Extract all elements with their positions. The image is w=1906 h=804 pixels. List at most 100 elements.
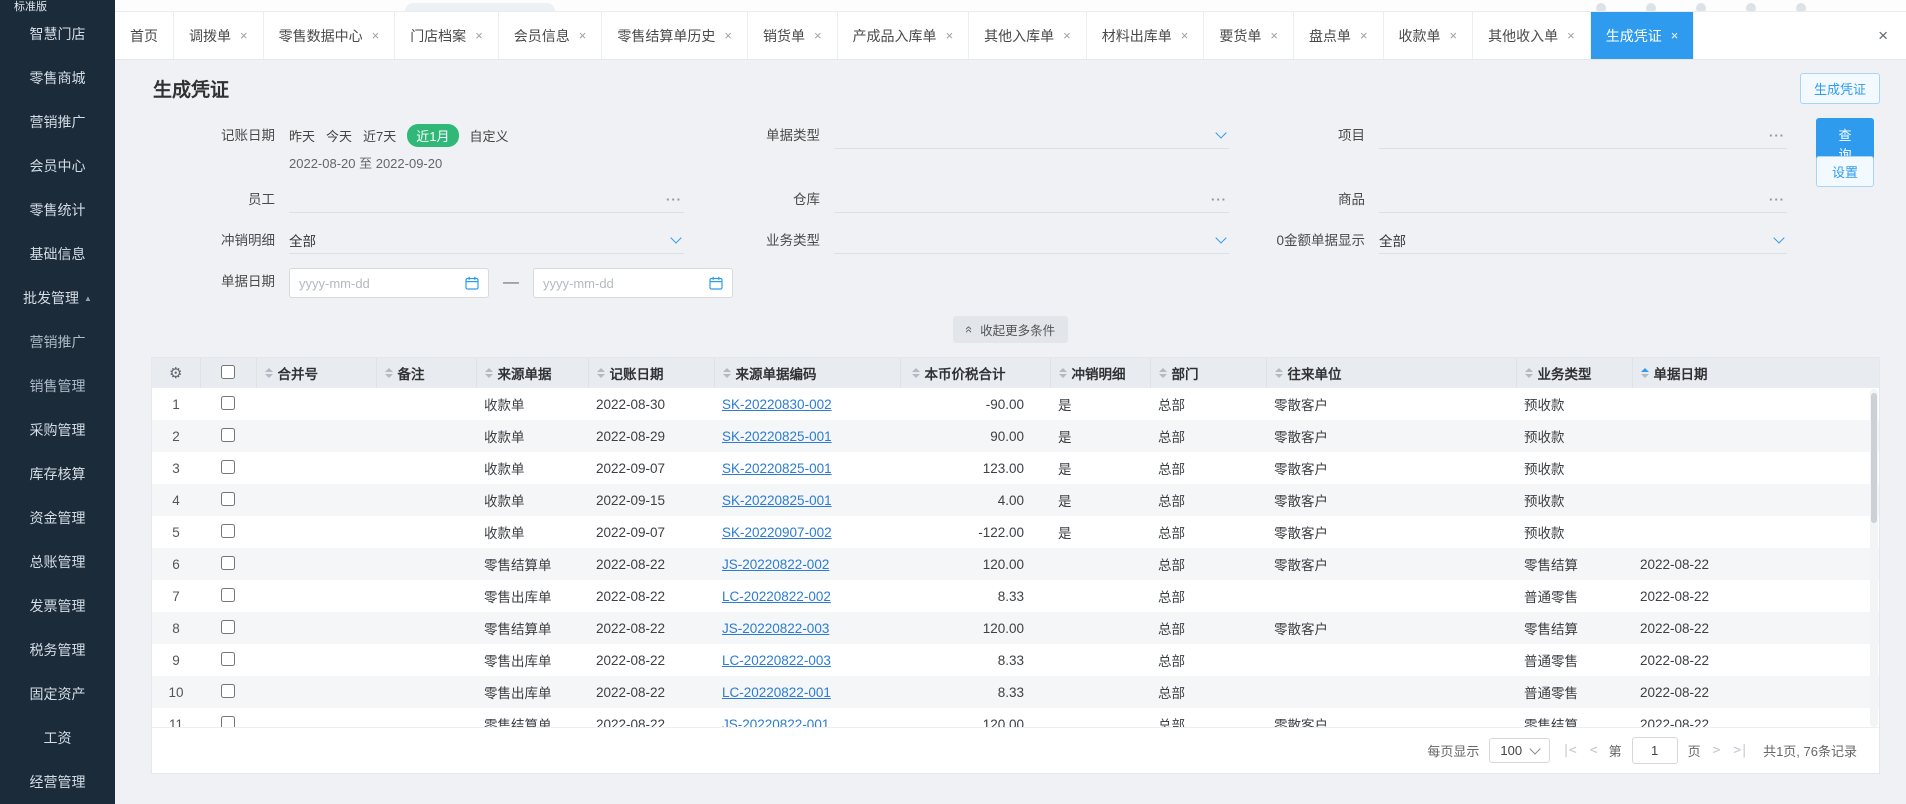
goods-input[interactable]: ··· <box>1379 186 1787 213</box>
column-header[interactable]: 记账日期 <box>596 363 706 383</box>
close-tab-icon[interactable]: × <box>1567 28 1575 43</box>
tab-2[interactable]: 零售数据中心 × <box>264 12 396 59</box>
close-tab-icon[interactable]: × <box>1063 28 1071 43</box>
prev-page-button[interactable]: < <box>1588 743 1599 758</box>
sort-icon[interactable] <box>264 368 273 378</box>
sort-icon[interactable] <box>1158 368 1167 378</box>
tab-11[interactable]: 盘点单 × <box>1294 12 1384 59</box>
sidebar-item-8[interactable]: 销售管理 <box>0 364 115 408</box>
sort-icon[interactable] <box>596 368 605 378</box>
row-checkbox[interactable] <box>221 395 235 410</box>
sidebar-item-0[interactable]: 智慧门店 <box>0 12 115 56</box>
source-doc-link[interactable]: LC-20220822-003 <box>722 653 831 668</box>
close-tab-icon[interactable]: × <box>1450 28 1458 43</box>
sort-icon[interactable] <box>1274 368 1283 378</box>
close-tab-icon[interactable]: × <box>814 28 822 43</box>
close-tab-icon[interactable]: × <box>579 28 587 43</box>
sort-icon[interactable] <box>722 368 731 378</box>
doc-date-start-field[interactable] <box>299 275 465 291</box>
close-tab-icon[interactable]: × <box>475 28 483 43</box>
biz-type-select[interactable] <box>834 227 1229 254</box>
tab-7[interactable]: 产成品入库单 × <box>838 12 970 59</box>
zero-amount-select[interactable]: 全部 <box>1379 227 1787 254</box>
doc-date-end-input[interactable] <box>533 268 733 298</box>
generate-voucher-button[interactable]: 生成凭证 <box>1799 72 1880 104</box>
close-tab-icon[interactable]: × <box>724 28 732 43</box>
warehouse-input[interactable]: ··· <box>834 186 1229 213</box>
row-checkbox[interactable] <box>221 683 235 698</box>
scrollbar-thumb[interactable] <box>1871 393 1877 523</box>
close-all-tabs-button[interactable]: × <box>1866 24 1900 48</box>
tab-9[interactable]: 材料出库单 × <box>1087 12 1205 59</box>
quick-date-option[interactable]: 今天 <box>326 126 352 145</box>
source-doc-link[interactable]: SK-20220825-001 <box>722 429 832 444</box>
sort-icon[interactable] <box>384 368 393 378</box>
employee-input[interactable]: ··· <box>289 186 684 213</box>
quick-date-option[interactable]: 昨天 <box>289 126 315 145</box>
row-checkbox[interactable] <box>221 459 235 474</box>
source-doc-link[interactable]: SK-20220907-002 <box>722 525 832 540</box>
source-doc-link[interactable]: SK-20220825-001 <box>722 493 832 508</box>
column-header[interactable]: 本币价税合计 <box>909 363 1024 383</box>
sidebar-item-7[interactable]: 营销推广 <box>0 320 115 364</box>
doc-date-start-input[interactable] <box>289 268 489 298</box>
first-page-button[interactable]: |< <box>1560 743 1578 758</box>
source-doc-link[interactable]: SK-20220830-002 <box>722 397 832 412</box>
tab-14[interactable]: 生成凭证 × <box>1590 12 1695 59</box>
close-tab-icon[interactable]: × <box>372 28 380 43</box>
source-doc-link[interactable]: SK-20220825-001 <box>722 461 832 476</box>
row-checkbox[interactable] <box>221 555 235 570</box>
last-page-button[interactable]: >| <box>1731 743 1749 758</box>
row-checkbox[interactable] <box>221 427 235 442</box>
tab-10[interactable]: 要货单 × <box>1204 12 1294 59</box>
sidebar-item-9[interactable]: 采购管理 <box>0 408 115 452</box>
close-tab-icon[interactable]: × <box>240 28 248 43</box>
sidebar-item-15[interactable]: 固定资产 <box>0 672 115 716</box>
doc-date-end-field[interactable] <box>543 275 709 291</box>
source-doc-link[interactable]: LC-20220822-001 <box>722 685 831 700</box>
sidebar-item-1[interactable]: 零售商城 <box>0 56 115 100</box>
sidebar-item-10[interactable]: 库存核算 <box>0 452 115 496</box>
ellipsis-picker-icon[interactable]: ··· <box>1211 192 1229 207</box>
sort-icon[interactable] <box>911 368 920 378</box>
gear-icon[interactable]: ⚙ <box>169 365 182 382</box>
column-header[interactable]: 冲销明细 <box>1058 363 1142 383</box>
quick-date-option[interactable]: 近7天 <box>363 126 396 145</box>
column-header[interactable]: 业务类型 <box>1524 363 1624 383</box>
row-checkbox[interactable] <box>221 651 235 666</box>
close-tab-icon[interactable]: × <box>1270 28 1278 43</box>
sidebar-item-12[interactable]: 总账管理 <box>0 540 115 584</box>
sidebar-item-11[interactable]: 资金管理 <box>0 496 115 540</box>
column-header[interactable]: 合并号 <box>264 363 368 383</box>
settings-button[interactable]: 设置 <box>1816 156 1874 187</box>
column-header[interactable]: 备注 <box>384 363 468 383</box>
tab-12[interactable]: 收款单 × <box>1384 12 1474 59</box>
row-checkbox[interactable] <box>221 491 235 506</box>
tab-5[interactable]: 零售结算单历史 × <box>602 12 748 59</box>
sort-icon[interactable] <box>484 368 493 378</box>
sidebar-item-4[interactable]: 零售统计 <box>0 188 115 232</box>
tab-1[interactable]: 调拨单 × <box>174 12 264 59</box>
page-size-select[interactable]: 100 <box>1489 738 1551 763</box>
column-header[interactable]: 往来单位 <box>1274 363 1508 383</box>
row-checkbox[interactable] <box>221 715 235 727</box>
close-tab-icon[interactable]: × <box>1360 28 1368 43</box>
sidebar-item-3[interactable]: 会员中心 <box>0 144 115 188</box>
source-doc-link[interactable]: JS-20220822-001 <box>722 717 829 728</box>
doc-type-select[interactable] <box>834 122 1229 149</box>
column-header[interactable]: 来源单据编码 <box>722 363 892 383</box>
tab-13[interactable]: 其他收入单 × <box>1473 12 1591 59</box>
source-doc-link[interactable]: JS-20220822-003 <box>722 621 829 636</box>
tab-4[interactable]: 会员信息 × <box>499 12 603 59</box>
page-number-input[interactable] <box>1631 737 1678 764</box>
source-doc-link[interactable]: LC-20220822-002 <box>722 589 831 604</box>
sort-icon[interactable] <box>1640 368 1649 378</box>
column-header[interactable]: 来源单据 <box>484 363 580 383</box>
column-header[interactable]: 部门 <box>1158 363 1258 383</box>
sidebar-item-2[interactable]: 营销推广 <box>0 100 115 144</box>
ellipsis-picker-icon[interactable]: ··· <box>1769 192 1787 207</box>
sidebar-item-13[interactable]: 发票管理 <box>0 584 115 628</box>
project-input[interactable]: ··· <box>1379 122 1787 149</box>
tab-6[interactable]: 销货单 × <box>748 12 838 59</box>
ellipsis-picker-icon[interactable]: ··· <box>1769 128 1787 143</box>
